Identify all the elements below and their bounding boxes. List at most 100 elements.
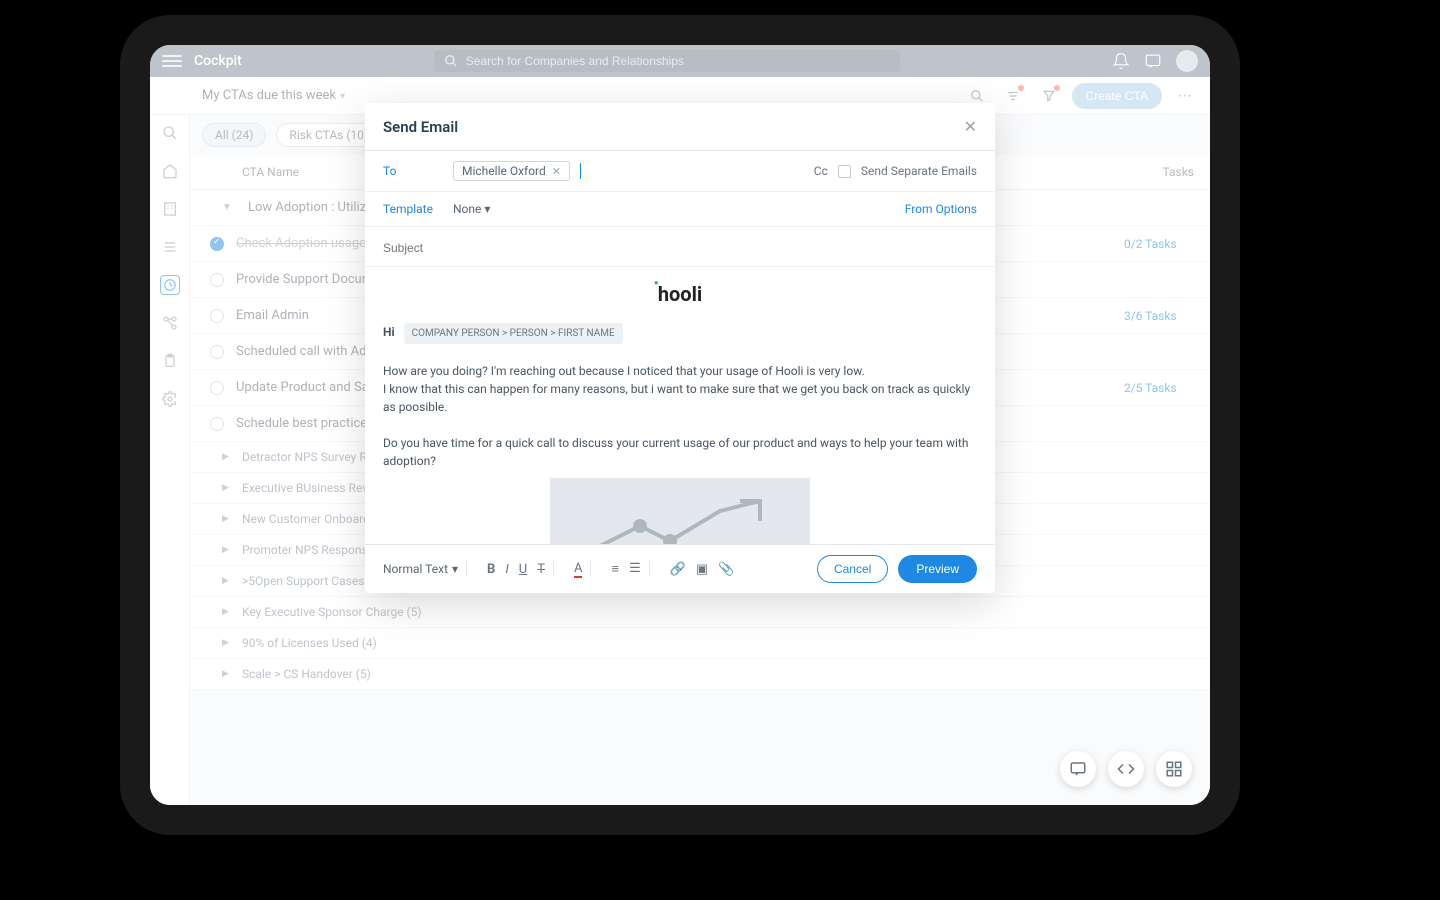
global-search[interactable] xyxy=(434,50,900,72)
caret-right-icon: ▶ xyxy=(222,607,232,617)
body-para2: I know that this can happen for many rea… xyxy=(383,380,977,416)
subject-row xyxy=(365,227,995,267)
caret-right-icon: ▶ xyxy=(222,483,232,493)
sort-icon[interactable] xyxy=(1000,83,1026,109)
app-title: Cockpit xyxy=(194,53,242,69)
subject-input[interactable] xyxy=(383,241,977,255)
modal-header: Send Email ✕ xyxy=(365,103,995,151)
greeting: Hi xyxy=(383,325,395,339)
clipboard-icon[interactable] xyxy=(160,351,180,371)
task-radio[interactable] xyxy=(210,273,224,287)
format-dropdown[interactable]: Normal Text ▾ xyxy=(383,562,458,576)
hamburger-icon[interactable] xyxy=(162,51,182,71)
email-body[interactable]: hooli Hi COMPANY PERSON > PERSON > FIRST… xyxy=(365,267,995,544)
network-icon[interactable] xyxy=(160,313,180,333)
chart-placeholder xyxy=(550,478,810,544)
fab-grid-icon[interactable] xyxy=(1156,751,1192,787)
text-cursor xyxy=(580,163,581,179)
task-count: 2/5 Tasks xyxy=(1114,381,1194,395)
caret-right-icon: ▶ xyxy=(222,452,232,462)
template-label: Template xyxy=(383,202,443,216)
task-radio[interactable] xyxy=(210,237,224,251)
remove-chip-icon[interactable]: ✕ xyxy=(552,165,561,178)
cockpit-icon[interactable] xyxy=(160,275,180,295)
fab-code-icon[interactable] xyxy=(1108,751,1144,787)
tablet-frame: Cockpit My CTAs due this week▾ xyxy=(120,15,1240,835)
caret-right-icon: ▶ xyxy=(222,669,232,679)
chevron-down-icon: ▾ xyxy=(340,91,345,102)
fab-chat-icon[interactable] xyxy=(1060,751,1096,787)
underline-icon[interactable]: U xyxy=(519,562,527,577)
body-para3: Do you have time for a quick call to dis… xyxy=(383,434,977,470)
modal-title: Send Email xyxy=(383,118,458,136)
gear-icon[interactable] xyxy=(160,389,180,409)
group-label: Scale > CS Handover (5) xyxy=(242,667,371,681)
merge-token[interactable]: COMPANY PERSON > PERSON > FIRST NAME xyxy=(404,323,623,344)
chat-icon[interactable] xyxy=(1144,52,1162,70)
home-icon[interactable] xyxy=(160,161,180,181)
caret-right-icon: ▶ xyxy=(222,576,232,586)
filter-all[interactable]: All (24) xyxy=(202,123,266,147)
search-icon xyxy=(444,54,458,68)
close-icon[interactable]: ✕ xyxy=(964,117,977,136)
link-icon[interactable]: 🔗 xyxy=(670,562,686,577)
group-label: 90% of Licenses Used (4) xyxy=(242,636,377,650)
send-separate-label: Send Separate Emails xyxy=(861,164,977,178)
task-radio[interactable] xyxy=(210,309,224,323)
task-count: 3/6 Tasks xyxy=(1114,309,1194,323)
task-radio[interactable] xyxy=(210,381,224,395)
bullet-list-icon[interactable]: ≡ xyxy=(611,561,619,577)
body-para1: How are you doing? I'm reaching out beca… xyxy=(383,362,977,380)
modal-footer: Normal Text ▾ B I U T A ≡ xyxy=(365,544,995,593)
caret-right-icon: ▶ xyxy=(222,514,232,524)
template-row: Template None ▾ From Options xyxy=(365,192,995,227)
to-label: To xyxy=(383,164,443,178)
template-dropdown[interactable]: None ▾ xyxy=(453,202,490,216)
chevron-down-icon: ▾ xyxy=(484,202,490,216)
italic-icon[interactable]: I xyxy=(505,562,508,577)
caret-right-icon: ▶ xyxy=(222,638,232,648)
search-nav-icon[interactable] xyxy=(160,123,180,143)
col-tasks: Tasks xyxy=(1114,165,1194,179)
fab-row xyxy=(1060,751,1192,787)
app-screen: Cockpit My CTAs due this week▾ xyxy=(150,45,1210,805)
from-options-link[interactable]: From Options xyxy=(905,202,977,216)
chevron-down-icon: ▾ xyxy=(452,562,458,576)
view-dropdown[interactable]: My CTAs due this week▾ xyxy=(202,88,345,103)
bell-icon[interactable] xyxy=(1112,52,1130,70)
cc-button[interactable]: Cc xyxy=(814,164,828,178)
list-icon[interactable] xyxy=(160,237,180,257)
caret-down-icon: ▼ xyxy=(222,202,238,213)
strike-icon[interactable]: T xyxy=(537,562,545,577)
send-email-modal: Send Email ✕ To Michelle Oxford ✕ Cc Sen… xyxy=(365,103,995,593)
task-radio[interactable] xyxy=(210,345,224,359)
cancel-button[interactable]: Cancel xyxy=(817,555,888,583)
caret-right-icon: ▶ xyxy=(222,545,232,555)
preview-button[interactable]: Preview xyxy=(898,555,977,583)
send-separate-checkbox[interactable] xyxy=(838,165,851,178)
trend-up-icon xyxy=(580,491,780,545)
hooli-logo: hooli xyxy=(658,279,702,309)
filter-icon[interactable] xyxy=(1036,83,1062,109)
number-list-icon[interactable]: ☰ xyxy=(629,561,641,577)
collapsed-group[interactable]: ▶ Scale > CS Handover (5) xyxy=(190,659,1210,690)
task-radio[interactable] xyxy=(210,417,224,431)
building-icon[interactable] xyxy=(160,199,180,219)
group-label: >5Open Support Cases (4) xyxy=(242,574,382,588)
bold-icon[interactable]: B xyxy=(487,562,495,577)
topbar-icons xyxy=(1112,50,1198,72)
attachment-icon[interactable]: 📎 xyxy=(718,562,734,577)
to-row: To Michelle Oxford ✕ Cc Send Separate Em… xyxy=(365,151,995,192)
sidebar xyxy=(150,115,190,805)
collapsed-group[interactable]: ▶ Key Executive Sponsor Charge (5) xyxy=(190,597,1210,628)
create-cta-button[interactable]: Create CTA xyxy=(1072,83,1162,109)
group-label: Key Executive Sponsor Charge (5) xyxy=(242,605,422,619)
avatar[interactable] xyxy=(1176,50,1198,72)
image-icon[interactable]: ▣ xyxy=(696,562,708,577)
more-icon[interactable]: ⋯ xyxy=(1172,83,1198,109)
text-color-icon[interactable]: A xyxy=(574,561,582,578)
search-input[interactable] xyxy=(466,54,890,68)
task-count: 0/2 Tasks xyxy=(1114,237,1194,251)
recipient-chip[interactable]: Michelle Oxford ✕ xyxy=(453,161,570,181)
collapsed-group[interactable]: ▶ 90% of Licenses Used (4) xyxy=(190,628,1210,659)
